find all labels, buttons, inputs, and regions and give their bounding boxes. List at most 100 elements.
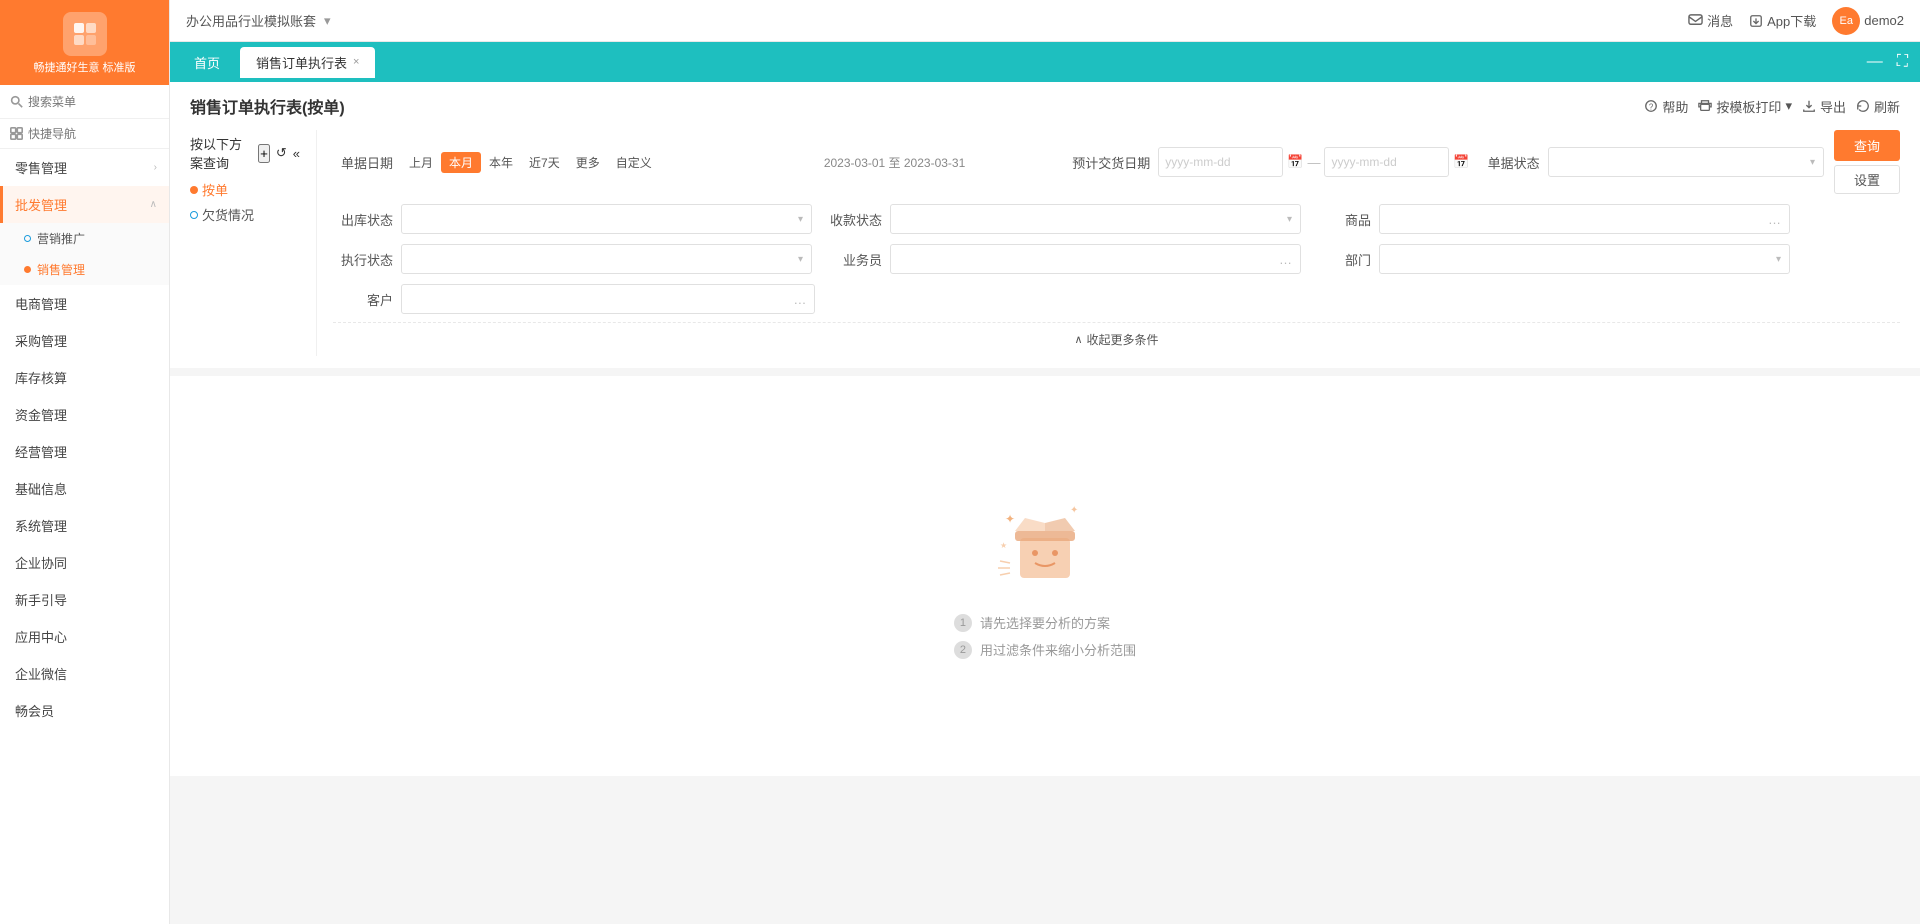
wholesale-submenu: 营销推广 销售管理: [0, 223, 169, 285]
sidebar-item-sales-mgmt[interactable]: 销售管理: [0, 254, 169, 285]
tab-actions: — ⛶: [1863, 49, 1912, 75]
sidebar-item-ecommerce[interactable]: 电商管理: [0, 285, 169, 322]
filter-rows-container: 单据日期 上月 本月 本年 近7天 更多 自定义 2023: [333, 130, 1900, 314]
tab-home[interactable]: 首页: [178, 47, 236, 78]
tab-sales-exec-label: 销售订单执行表: [256, 53, 347, 72]
dept-field: 部门 ▾: [1311, 244, 1790, 274]
header-title: 办公用品行业模拟账套: [186, 11, 316, 30]
logo-icon: [63, 12, 107, 56]
sidebar-item-basic[interactable]: 基础信息: [0, 470, 169, 507]
export-btn[interactable]: 导出: [1802, 97, 1846, 116]
scheme-按单[interactable]: 按单: [190, 180, 300, 199]
messages-label: 消息: [1707, 11, 1733, 30]
tab-close-icon[interactable]: ×: [353, 56, 359, 68]
date-btn-curr-year[interactable]: 本年: [481, 152, 521, 173]
sidebar-item-app-center[interactable]: 应用中心: [0, 618, 169, 655]
refresh-scheme-btn[interactable]: ↺: [276, 145, 287, 161]
receipt-status-select[interactable]: ▾: [890, 204, 1301, 234]
salesperson-input[interactable]: …: [890, 244, 1301, 274]
date-btn-7days[interactable]: 近7天: [521, 152, 568, 173]
tab-bar: 首页 销售订单执行表 × — ⛶: [170, 42, 1920, 82]
date-btn-custom[interactable]: 自定义: [608, 152, 660, 173]
dept-select[interactable]: ▾: [1379, 244, 1790, 274]
tip-num-2: 2: [954, 641, 972, 659]
forecast-date-end[interactable]: yyyy-mm-dd: [1324, 147, 1449, 177]
sidebar-item-finance[interactable]: 资金管理: [0, 396, 169, 433]
header-right: 消息 App下载 Ea demo2: [1688, 7, 1904, 35]
active-dot-icon: [190, 186, 198, 194]
goods-input[interactable]: …: [1379, 204, 1790, 234]
sidebar-item-retail[interactable]: 零售管理 ›: [0, 149, 169, 186]
date-btn-more[interactable]: 更多: [568, 152, 608, 173]
svg-text:★: ★: [1000, 541, 1007, 550]
sidebar-item-purchase[interactable]: 采购管理: [0, 322, 169, 359]
empty-tip-1: 1 请先选择要分析的方案: [954, 613, 1136, 632]
inactive-dot-icon: [190, 211, 198, 219]
sidebar-item-operations[interactable]: 经营管理: [0, 433, 169, 470]
user-name: demo2: [1864, 13, 1904, 28]
bill-status-select[interactable]: ▾: [1548, 147, 1824, 177]
chevron-down-icon: ▾: [1810, 157, 1815, 168]
sidebar-item-inventory[interactable]: 库存核算: [0, 359, 169, 396]
search-menu[interactable]: 搜索菜单: [0, 85, 169, 119]
chevron-down-icon: ▾: [1776, 254, 1781, 265]
search-menu-label: 搜索菜单: [28, 93, 76, 110]
print-dropdown-icon[interactable]: ▾: [1785, 98, 1792, 114]
action-buttons: 查询 设置: [1834, 130, 1900, 194]
collapse-more-btn[interactable]: ∧ 收起更多条件: [333, 322, 1900, 356]
refresh-btn[interactable]: 刷新: [1856, 97, 1900, 116]
page-actions: ? 帮助 按模板打印 ▾ 导出 刷新: [1644, 97, 1900, 116]
sidebar-item-wholesale[interactable]: 批发管理 ∧: [0, 186, 169, 223]
query-btn[interactable]: 查询: [1834, 130, 1900, 161]
date-range-display: 2023-03-01 至 2023-03-31: [820, 154, 1062, 171]
tab-home-label: 首页: [194, 53, 220, 72]
sub-dot-icon: [24, 235, 31, 242]
add-scheme-btn[interactable]: +: [258, 144, 270, 163]
tab-maximize-btn[interactable]: ⛶: [1893, 49, 1912, 75]
sidebar-item-corp[interactable]: 企业协同: [0, 544, 169, 581]
sidebar-item-corp-wechat[interactable]: 企业微信: [0, 655, 169, 692]
page-header: 销售订单执行表(按单) ? 帮助 按模板打印 ▾ 导出 刷新: [170, 82, 1920, 118]
scheme-欠货情况[interactable]: 欠货情况: [190, 205, 300, 224]
sub-dot-active-icon: [24, 266, 31, 273]
calendar-icon-2: 📅: [1453, 154, 1469, 170]
header-dropdown-icon[interactable]: ▾: [324, 13, 331, 29]
chevron-down-icon: ▾: [1287, 214, 1292, 225]
content: 销售订单执行表(按单) ? 帮助 按模板打印 ▾ 导出 刷新: [170, 82, 1920, 924]
date-btn-prev-month[interactable]: 上月: [401, 152, 441, 173]
sidebar-item-newbie[interactable]: 新手引导: [0, 581, 169, 618]
sidebar: 畅捷通好生意 标准版 搜索菜单 快捷导航 零售管理 › 批发管理 ∧ 营销推广 …: [0, 0, 170, 924]
sidebar-item-member[interactable]: 畅会员: [0, 692, 169, 729]
tab-minimize-btn[interactable]: —: [1863, 49, 1887, 75]
out-status-select[interactable]: ▾: [401, 204, 812, 234]
help-btn[interactable]: ? 帮助: [1644, 97, 1688, 116]
messages-btn[interactable]: 消息: [1688, 11, 1733, 30]
app-download-label: App下载: [1767, 11, 1816, 30]
user-area[interactable]: Ea demo2: [1832, 7, 1904, 35]
avatar: Ea: [1832, 7, 1860, 35]
filter-row-2: 出库状态 ▾ 收款状态 ▾: [333, 204, 1900, 234]
bill-status-field: 单据状态 ▾: [1480, 147, 1824, 177]
sidebar-item-system[interactable]: 系统管理: [0, 507, 169, 544]
header-title-area: 办公用品行业模拟账套 ▾: [186, 11, 331, 30]
date-btn-curr-month[interactable]: 本月: [441, 152, 481, 173]
exec-status-select[interactable]: ▾: [401, 244, 812, 274]
empty-state: ✦ ✦ ★ 1 请先选择要分析的方案 2 用过滤条件来缩小分析范围: [170, 376, 1920, 776]
svg-text:?: ?: [1649, 103, 1654, 112]
settings-btn[interactable]: 设置: [1834, 165, 1900, 194]
chevron-right-icon: ›: [154, 162, 157, 173]
app-download-btn[interactable]: App下载: [1749, 11, 1816, 30]
collapse-scheme-btn[interactable]: «: [293, 146, 300, 161]
tip-num-1: 1: [954, 614, 972, 632]
customer-field: 客户 …: [333, 284, 815, 314]
tab-sales-exec[interactable]: 销售订单执行表 ×: [240, 47, 375, 78]
print-btn[interactable]: 按模板打印 ▾: [1698, 97, 1792, 116]
forecast-date-start[interactable]: yyyy-mm-dd: [1158, 147, 1283, 177]
quick-nav[interactable]: 快捷导航: [0, 119, 169, 149]
chevron-down-icon: ∧: [150, 199, 157, 210]
filter-row-3: 执行状态 ▾ 业务员 …: [333, 244, 1900, 274]
sidebar-item-marketing[interactable]: 营销推广: [0, 223, 169, 254]
customer-input[interactable]: …: [401, 284, 815, 314]
filter-panel: 按以下方案查询 + ↺ « 按单 欠货情况: [170, 118, 1920, 368]
more-icon-3: …: [793, 292, 806, 307]
